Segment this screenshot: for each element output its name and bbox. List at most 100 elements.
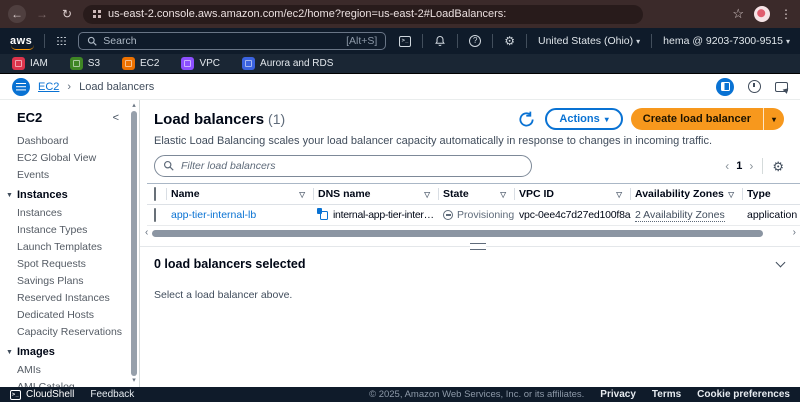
- aws-logo[interactable]: aws: [10, 35, 35, 50]
- favorite-label: S3: [87, 58, 101, 69]
- bookmark-star-icon[interactable]: ☆: [732, 6, 744, 22]
- sidebar-section-images[interactable]: ▼ Images: [6, 346, 129, 357]
- sidebar-item-events[interactable]: Events: [17, 170, 129, 181]
- sidebar-scrollbar[interactable]: ▴ ▾: [130, 102, 138, 385]
- global-search-input[interactable]: Search [Alt+S]: [78, 32, 387, 50]
- sidebar-item-dashboard[interactable]: Dashboard: [17, 136, 129, 147]
- browser-back-icon[interactable]: ←: [8, 5, 26, 23]
- page-prev-icon[interactable]: ‹: [725, 159, 729, 173]
- column-header-type[interactable]: Type: [743, 183, 800, 205]
- site-info-icon[interactable]: [93, 9, 102, 19]
- create-label: Create load balancer: [642, 113, 751, 125]
- row-checkbox[interactable]: [154, 208, 156, 222]
- browser-reload-icon[interactable]: ↻: [58, 5, 76, 23]
- terms-link[interactable]: Terms: [652, 389, 681, 400]
- sidebar-item-ec2-global-view[interactable]: EC2 Global View: [17, 153, 129, 164]
- sort-icon[interactable]: ▽: [424, 190, 435, 199]
- actions-button[interactable]: Actions ▾: [545, 108, 623, 130]
- vpc-service-icon: [181, 57, 195, 70]
- sidebar-collapse-icon[interactable]: <: [113, 112, 119, 124]
- favorite-vpc[interactable]: VPC: [181, 57, 220, 70]
- sidebar-item-dedicated-hosts[interactable]: Dedicated Hosts: [17, 310, 129, 321]
- divider: [492, 34, 494, 48]
- collapse-chevron-icon[interactable]: [775, 257, 786, 268]
- split-panel-toggle-icon[interactable]: [716, 77, 734, 96]
- filter-load-balancers-input[interactable]: [154, 155, 532, 177]
- select-all-checkbox[interactable]: [154, 187, 156, 201]
- sidebar-item-amis[interactable]: AMIs: [17, 365, 129, 376]
- table-settings-gear-icon[interactable]: ⚙: [772, 160, 784, 173]
- create-load-balancer-button[interactable]: Create load balancer ▾: [630, 108, 784, 130]
- load-balancer-name-link[interactable]: app-tier-internal-lb: [171, 209, 256, 221]
- history-clock-icon[interactable]: [748, 80, 761, 93]
- settings-gear-icon[interactable]: ⚙: [504, 35, 515, 47]
- notifications-bell-icon[interactable]: [434, 35, 446, 47]
- sort-icon[interactable]: ▽: [299, 190, 310, 199]
- browser-profile-avatar[interactable]: [754, 6, 770, 22]
- favorite-iam[interactable]: IAM: [12, 57, 48, 70]
- filter-wrap: [154, 155, 532, 177]
- sidebar-item-spot-requests[interactable]: Spot Requests: [17, 259, 129, 270]
- address-bar[interactable]: us-east-2.console.aws.amazon.com/ec2/hom…: [83, 4, 643, 24]
- favorite-aurora-rds[interactable]: Aurora and RDS: [242, 57, 333, 70]
- split-panel-resize-handle[interactable]: [470, 243, 486, 250]
- sidebar-item-launch-templates[interactable]: Launch Templates: [17, 242, 129, 253]
- column-header-state[interactable]: State ▽: [439, 183, 515, 205]
- scrollbar-track[interactable]: [152, 229, 788, 237]
- sidebar-item-instances[interactable]: Instances: [17, 208, 129, 219]
- cookie-preferences-link[interactable]: Cookie preferences: [697, 389, 790, 400]
- copy-icon[interactable]: [317, 207, 328, 220]
- help-icon[interactable]: ?: [469, 35, 482, 47]
- favorite-ec2[interactable]: EC2: [122, 57, 159, 70]
- page-next-icon[interactable]: ›: [749, 159, 753, 173]
- sidebar-item-savings-plans[interactable]: Savings Plans: [17, 276, 129, 287]
- column-header-name[interactable]: Name ▽: [167, 183, 314, 205]
- state-text: Provisioning..: [457, 209, 515, 221]
- sort-icon[interactable]: ▽: [728, 190, 739, 199]
- services-grid-icon[interactable]: [57, 36, 66, 46]
- sidebar-section-instances[interactable]: ▼ Instances: [6, 189, 129, 200]
- sidebar-item-capacity-reservations[interactable]: Capacity Reservations: [17, 327, 129, 338]
- scrollbar-thumb[interactable]: [131, 111, 137, 376]
- column-label: Type: [747, 188, 771, 200]
- type-text: application: [747, 209, 798, 221]
- cloudshell-icon[interactable]: >_: [399, 35, 412, 47]
- page-number[interactable]: 1: [736, 160, 742, 172]
- scroll-right-icon[interactable]: ›: [793, 228, 796, 238]
- breadcrumb-separator-icon: ›: [67, 80, 72, 93]
- chevron-down-icon[interactable]: ▾: [764, 115, 784, 124]
- section-caret-icon: ▼: [6, 348, 13, 356]
- selection-title: 0 load balancers selected: [154, 257, 306, 271]
- favorite-label: IAM: [30, 58, 48, 69]
- search-icon: [88, 36, 97, 46]
- sort-icon[interactable]: ▽: [500, 190, 511, 199]
- column-header-vpc-id[interactable]: VPC ID ▽: [515, 183, 631, 205]
- sidebar-item-reserved-instances[interactable]: Reserved Instances: [17, 293, 129, 304]
- scroll-down-icon[interactable]: ▾: [132, 377, 136, 385]
- availability-zones-link[interactable]: 2 Availability Zones: [635, 209, 725, 222]
- column-header-dns-name[interactable]: DNS name ▽: [314, 183, 439, 205]
- privacy-link[interactable]: Privacy: [600, 389, 636, 400]
- screen-share-icon[interactable]: [775, 81, 788, 92]
- cloudshell-button[interactable]: >_ CloudShell: [10, 389, 74, 400]
- feedback-link[interactable]: Feedback: [90, 389, 134, 400]
- sidebar-item-ami-catalog[interactable]: AMI Catalog: [17, 382, 129, 387]
- refresh-button[interactable]: [515, 108, 537, 130]
- browser-actions: ☆ ⋮: [732, 6, 792, 22]
- scroll-left-icon[interactable]: ‹: [145, 228, 148, 238]
- horizontal-scrollbar[interactable]: ‹ ›: [145, 228, 796, 238]
- selection-panel: 0 load balancers selected Select a load …: [140, 243, 800, 387]
- favorite-s3[interactable]: S3: [69, 57, 101, 70]
- column-header-availability-zones[interactable]: Availability Zones ▽: [631, 183, 743, 205]
- account-menu[interactable]: hema @ 9203-7300-9515 ▾: [663, 35, 790, 47]
- sidebar-item-instance-types[interactable]: Instance Types: [17, 225, 129, 236]
- hamburger-menu-icon[interactable]: [12, 77, 30, 96]
- table-row[interactable]: app-tier-internal-lb internal-app-tier-i…: [147, 204, 800, 226]
- region-selector[interactable]: United States (Ohio) ▾: [538, 35, 640, 47]
- browser-forward-icon[interactable]: →: [33, 5, 51, 23]
- browser-menu-icon[interactable]: ⋮: [780, 7, 792, 21]
- sort-icon[interactable]: ▽: [616, 190, 627, 199]
- scrollbar-thumb[interactable]: [152, 229, 764, 237]
- scroll-up-icon[interactable]: ▴: [132, 102, 136, 110]
- breadcrumb-ec2-link[interactable]: EC2: [38, 81, 59, 93]
